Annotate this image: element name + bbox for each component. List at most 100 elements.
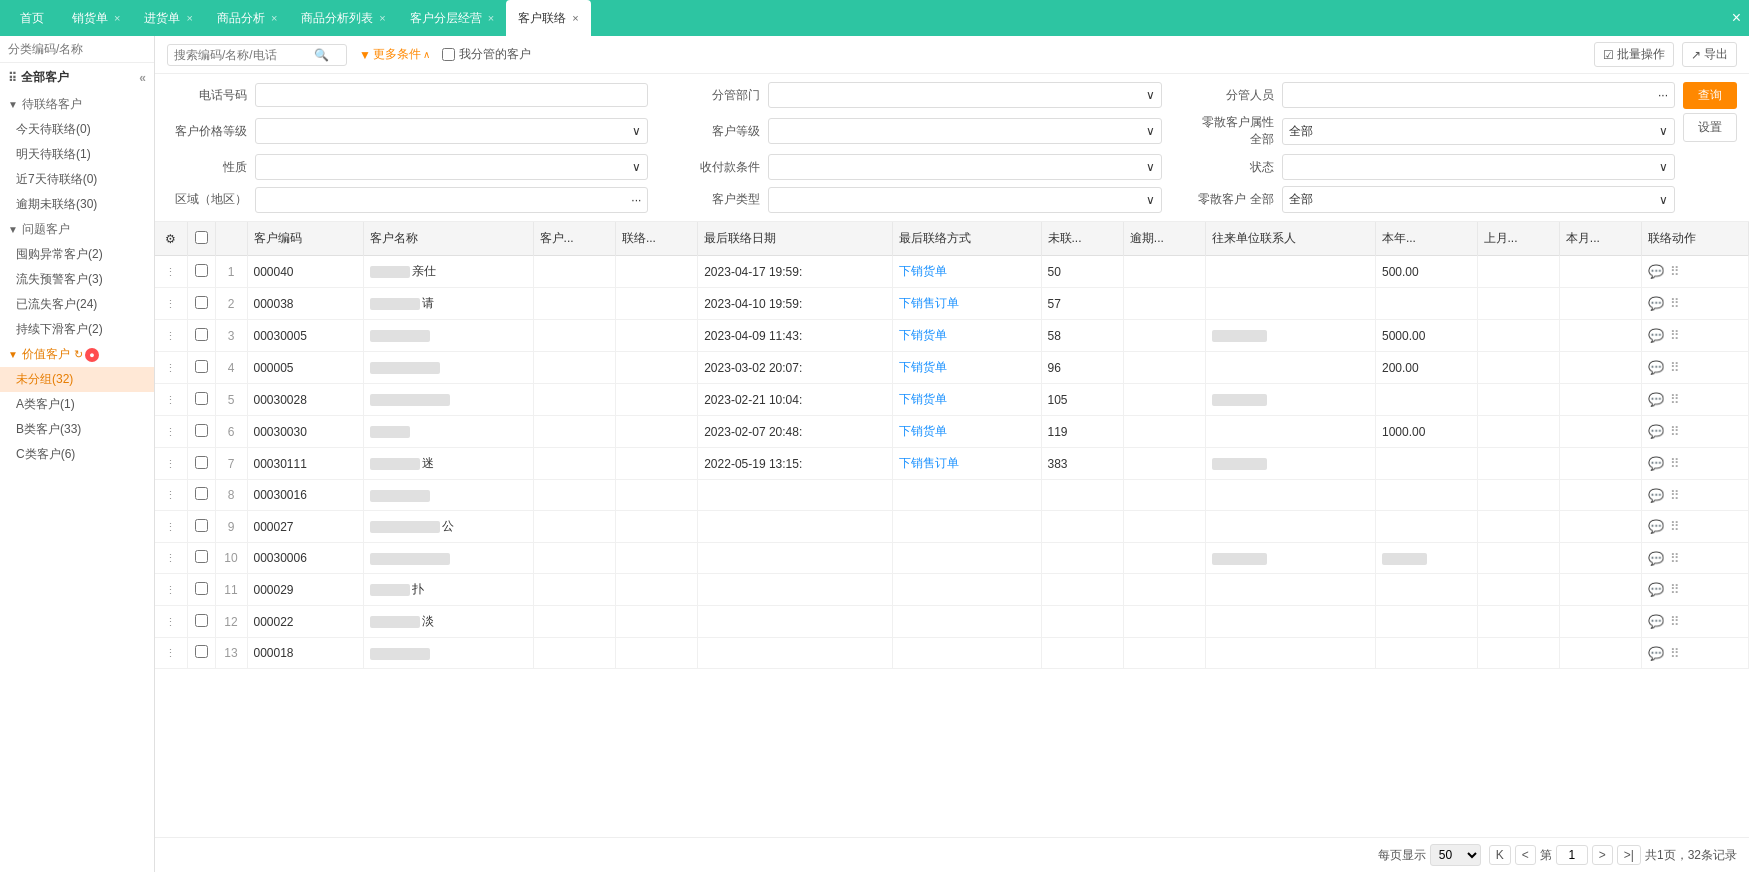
refresh-icon[interactable]: ↻ xyxy=(74,348,83,361)
grid-action-icon[interactable]: ⠿ xyxy=(1670,328,1680,343)
grid-action-icon[interactable]: ⠿ xyxy=(1670,456,1680,471)
col-overdue[interactable]: 逾期... xyxy=(1123,222,1205,256)
sidebar-item-class-b[interactable]: B类客户(33) xyxy=(0,417,154,442)
customer-grade-select[interactable]: ∨ xyxy=(768,118,1161,144)
export-btn[interactable]: ↗ 导出 xyxy=(1682,42,1737,67)
row-settings[interactable]: ⋮ xyxy=(155,384,187,416)
phone-input[interactable] xyxy=(255,83,648,107)
region-select[interactable]: ··· xyxy=(255,187,648,213)
problem-customers-group[interactable]: ▼ 问题客户 xyxy=(0,217,154,242)
sidebar-collapse-icon[interactable]: « xyxy=(139,71,146,85)
row-settings[interactable]: ⋮ xyxy=(155,480,187,511)
col-name[interactable]: 客户名称 xyxy=(363,222,533,256)
grid-action-icon[interactable]: ⠿ xyxy=(1670,646,1680,661)
row-settings[interactable]: ⋮ xyxy=(155,352,187,384)
sidebar-item-class-c[interactable]: C类客户(6) xyxy=(0,442,154,467)
row-last-contact-method[interactable]: 下销货单 xyxy=(892,416,1041,448)
col-unit-contact[interactable]: 往来单位联系人 xyxy=(1206,222,1376,256)
prev-page-btn[interactable]: < xyxy=(1515,845,1536,865)
sidebar-item-abnormal[interactable]: 囤购异常客户(2) xyxy=(0,242,154,267)
row-checkbox[interactable] xyxy=(187,416,215,448)
status-select[interactable]: ∨ xyxy=(1282,154,1675,180)
grid-action-icon[interactable]: ⠿ xyxy=(1670,582,1680,597)
tab-close-goods[interactable]: × xyxy=(271,12,277,24)
my-customers-filter[interactable]: 我分管的客户 xyxy=(442,46,531,63)
row-settings[interactable]: ⋮ xyxy=(155,606,187,638)
col-last-contact-date[interactable]: 最后联络日期 xyxy=(698,222,893,256)
chat-icon[interactable]: 💬 xyxy=(1648,488,1664,503)
last-page-btn[interactable]: >| xyxy=(1617,845,1641,865)
row-checkbox[interactable] xyxy=(187,606,215,638)
chat-icon[interactable]: 💬 xyxy=(1648,614,1664,629)
row-settings[interactable]: ⋮ xyxy=(155,511,187,543)
sidebar-item-overdue[interactable]: 逾期未联络(30) xyxy=(0,192,154,217)
tab-customer-segment[interactable]: 客户分层经营 × xyxy=(398,0,506,36)
col-no-contact[interactable]: 未联... xyxy=(1041,222,1123,256)
row-last-contact-method[interactable]: 下销货单 xyxy=(892,384,1041,416)
reset-button[interactable]: 设置 xyxy=(1683,113,1737,142)
grid-action-icon[interactable]: ⠿ xyxy=(1670,424,1680,439)
tab-close-segment[interactable]: × xyxy=(488,12,494,24)
chat-icon[interactable]: 💬 xyxy=(1648,424,1664,439)
grid-action-icon[interactable]: ⠿ xyxy=(1670,614,1680,629)
row-checkbox[interactable] xyxy=(187,352,215,384)
value-customers-group[interactable]: ▼ 价值客户 ↻ ● xyxy=(0,342,154,367)
payment-select[interactable]: ∨ xyxy=(768,154,1161,180)
col-code[interactable]: 客户编码 xyxy=(247,222,363,256)
tab-close-all[interactable]: × xyxy=(1732,9,1741,27)
grid-action-icon[interactable]: ⠿ xyxy=(1670,551,1680,566)
grid-action-icon[interactable]: ⠿ xyxy=(1670,392,1680,407)
retail-attr-select[interactable]: 全部 ∨ xyxy=(1282,118,1675,145)
sidebar-item-7days[interactable]: 近7天待联络(0) xyxy=(0,167,154,192)
more-conditions-btn[interactable]: ▼ 更多条件 ∧ xyxy=(359,46,430,63)
chat-icon[interactable]: 💬 xyxy=(1648,646,1664,661)
row-checkbox[interactable] xyxy=(187,574,215,606)
grid-action-icon[interactable]: ⠿ xyxy=(1670,360,1680,375)
tab-goods-analysis[interactable]: 商品分析 × xyxy=(205,0,289,36)
settings-icon[interactable]: ⚙ xyxy=(165,232,176,246)
col-last-month[interactable]: 上月... xyxy=(1477,222,1559,256)
grid-action-icon[interactable]: ⠿ xyxy=(1670,296,1680,311)
col-contact[interactable]: 联络... xyxy=(615,222,697,256)
row-settings[interactable]: ⋮ xyxy=(155,320,187,352)
price-grade-select[interactable]: ∨ xyxy=(255,118,648,144)
page-number-input[interactable] xyxy=(1556,845,1588,865)
tab-close-contact[interactable]: × xyxy=(572,12,578,24)
grid-action-icon[interactable]: ⠿ xyxy=(1670,519,1680,534)
tab-close-sales[interactable]: × xyxy=(114,12,120,24)
row-settings[interactable]: ⋮ xyxy=(155,638,187,669)
col-settings[interactable]: ⚙ xyxy=(155,222,187,256)
chat-icon[interactable]: 💬 xyxy=(1648,582,1664,597)
col-type[interactable]: 客户... xyxy=(533,222,615,256)
chat-icon[interactable]: 💬 xyxy=(1648,360,1664,375)
chat-icon[interactable]: 💬 xyxy=(1648,456,1664,471)
tab-home[interactable]: 首页 xyxy=(8,0,56,36)
tab-goods-analysis-list[interactable]: 商品分析列表 × xyxy=(289,0,397,36)
col-checkbox[interactable] xyxy=(187,222,215,256)
row-checkbox[interactable] xyxy=(187,288,215,320)
sidebar-item-tomorrow[interactable]: 明天待联络(1) xyxy=(0,142,154,167)
all-customers-header[interactable]: ⠿ 全部客户 « xyxy=(0,63,154,92)
chat-icon[interactable]: 💬 xyxy=(1648,264,1664,279)
chat-icon[interactable]: 💬 xyxy=(1648,328,1664,343)
row-checkbox[interactable] xyxy=(187,480,215,511)
chat-icon[interactable]: 💬 xyxy=(1648,296,1664,311)
row-last-contact-method[interactable]: 下销货单 xyxy=(892,256,1041,288)
first-page-btn[interactable]: K xyxy=(1489,845,1511,865)
row-settings[interactable]: ⋮ xyxy=(155,256,187,288)
row-last-contact-method[interactable]: 下销售订单 xyxy=(892,288,1041,320)
tab-sales[interactable]: 销货单 × xyxy=(60,0,132,36)
row-checkbox[interactable] xyxy=(187,320,215,352)
dept-select[interactable]: ∨ xyxy=(768,82,1161,108)
row-checkbox[interactable] xyxy=(187,638,215,669)
row-checkbox[interactable] xyxy=(187,543,215,574)
batch-operations-btn[interactable]: ☑ 批量操作 xyxy=(1594,42,1674,67)
tab-purchase[interactable]: 进货单 × xyxy=(132,0,204,36)
chat-icon[interactable]: 💬 xyxy=(1648,551,1664,566)
tab-close-goods-list[interactable]: × xyxy=(379,12,385,24)
sidebar-item-today[interactable]: 今天待联络(0) xyxy=(0,117,154,142)
row-settings[interactable]: ⋮ xyxy=(155,448,187,480)
chat-icon[interactable]: 💬 xyxy=(1648,392,1664,407)
row-last-contact-method[interactable]: 下销货单 xyxy=(892,320,1041,352)
sidebar-item-declining[interactable]: 持续下滑客户(2) xyxy=(0,317,154,342)
